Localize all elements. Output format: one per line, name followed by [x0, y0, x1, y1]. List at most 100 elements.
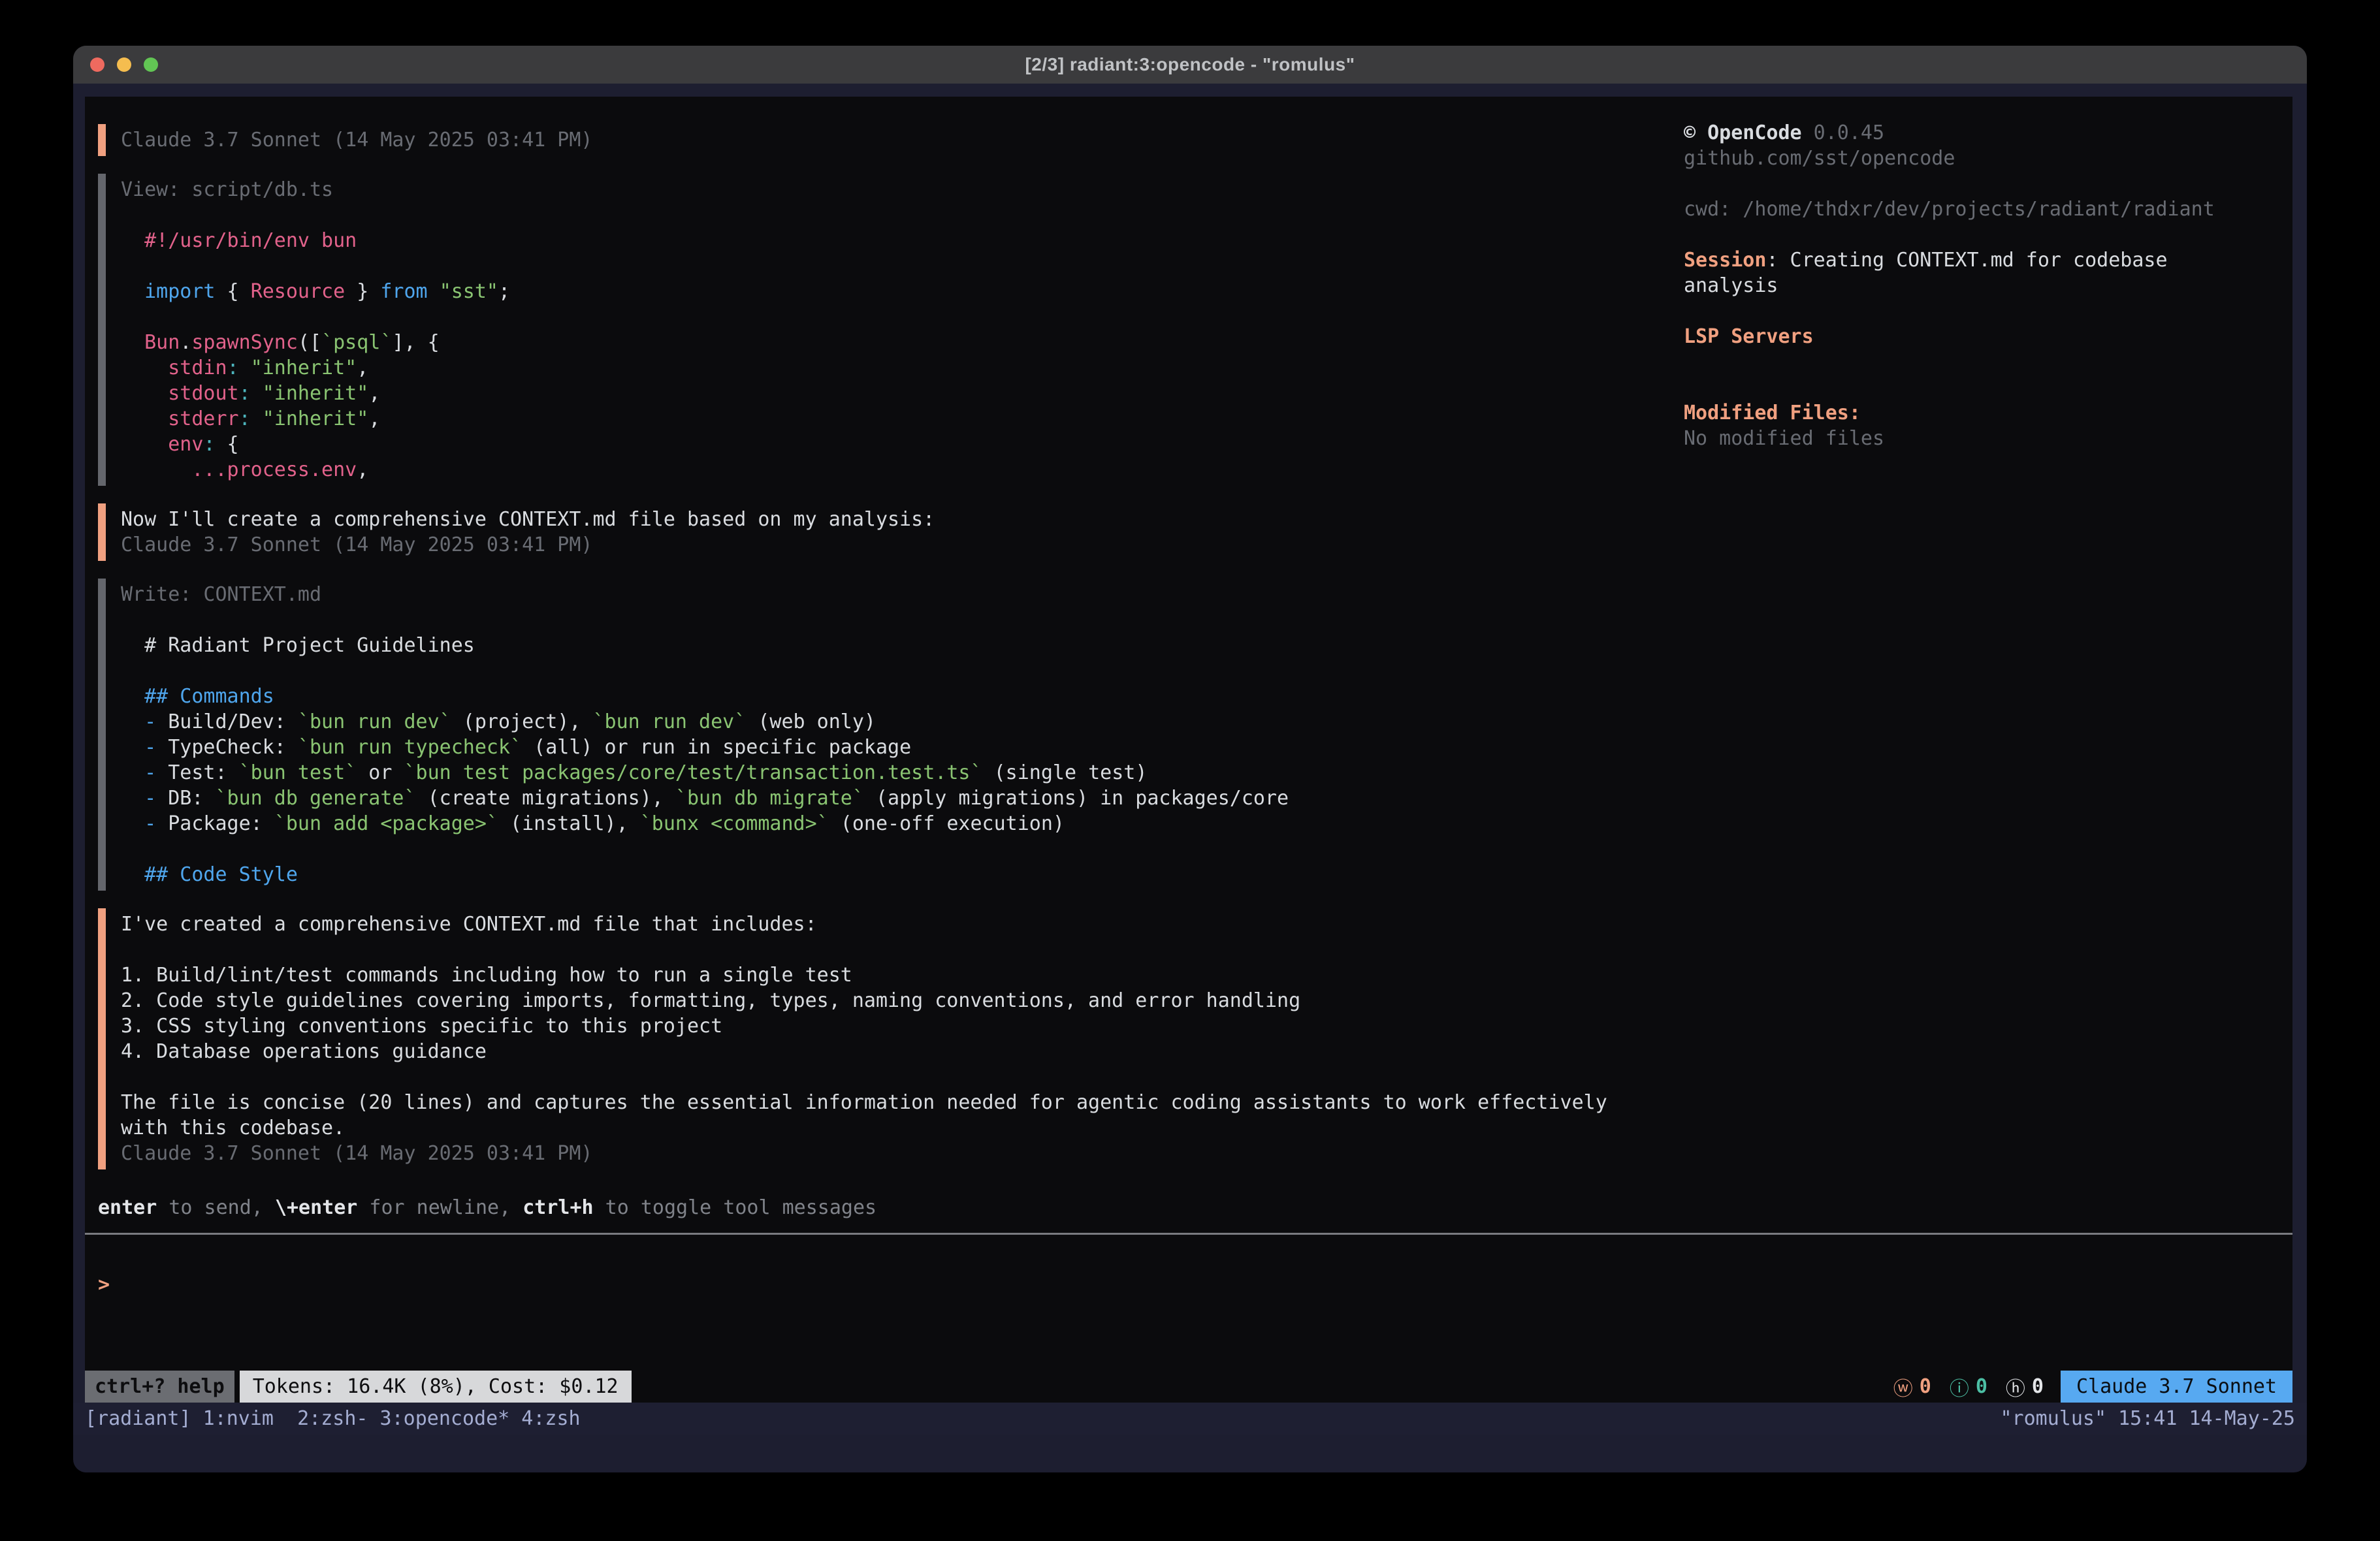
zoom-window-button[interactable] — [144, 57, 158, 72]
text-segment: 1. Build/lint/test commands including ho… — [121, 964, 852, 987]
prompt-input[interactable]: > — [85, 1235, 2292, 1369]
text-segment — [428, 280, 440, 303]
text-segment: "inherit" — [263, 382, 369, 405]
diagnostic-count: 0 — [2032, 1375, 2044, 1398]
tool-output-block: Write: CONTEXT.md # Radiant Project Guid… — [85, 579, 1698, 891]
terminal-line: cwd: /home/thdxr/dev/projects/radiant/ra… — [1684, 197, 2245, 222]
text-segment: 2. Code style guidelines covering import… — [121, 989, 1300, 1012]
text-segment: (all) or run in specific package — [522, 736, 911, 759]
terminal-line: ## Commands — [121, 684, 1698, 709]
text-segment: ## Code Style — [121, 863, 298, 886]
text-segment: `bunx <command>` — [640, 812, 829, 835]
text-segment: The file is concise (20 lines) and captu… — [121, 1091, 1607, 1114]
text-segment: `bun run dev` — [298, 710, 451, 733]
text-segment: `psql` — [321, 331, 392, 354]
assistant-message-block: Claude 3.7 Sonnet (14 May 2025 03:41 PM) — [85, 124, 1698, 156]
terminal-line: stdin: "inherit", — [121, 355, 1698, 381]
terminal-line: enter to send, \+enter for newline, ctrl… — [98, 1195, 876, 1220]
close-window-button[interactable] — [90, 57, 105, 72]
help-shortcut-badge: ctrl+? help — [85, 1371, 234, 1403]
text-segment: enter — [98, 1196, 157, 1219]
text-segment: DB: — [168, 787, 215, 810]
diagnostic-counter: ⓘ0 — [1950, 1373, 1987, 1401]
terminal-line — [121, 1064, 1698, 1090]
text-segment: LSP Servers — [1684, 325, 1814, 348]
text-segment — [251, 407, 263, 430]
terminal-line: Session: Creating CONTEXT.md for codebas… — [1684, 247, 2245, 298]
text-segment: { — [216, 433, 239, 456]
text-segment — [121, 433, 168, 456]
terminal-line — [121, 253, 1698, 279]
text-segment: Package: — [168, 812, 274, 835]
text-segment: : — [203, 433, 215, 456]
assistant-message-block: I've created a comprehensive CONTEXT.md … — [85, 908, 1698, 1169]
terminal-line: Bun.spawnSync([`psql`], { — [121, 330, 1698, 355]
session-sidebar: © OpenCode 0.0.45github.com/sst/opencode… — [1684, 120, 2245, 451]
diagnostic-counter: ⓦ0 — [1893, 1373, 1931, 1401]
terminal-line: I've created a comprehensive CONTEXT.md … — [121, 912, 1698, 937]
text-segment: - — [144, 812, 168, 835]
text-segment: Claude 3.7 Sonnet (14 May 2025 03:41 PM) — [121, 533, 592, 556]
text-segment: (web only) — [746, 710, 876, 733]
terminal-line: The file is concise (20 lines) and captu… — [121, 1090, 1698, 1115]
tokens-cost-badge: Tokens: 16.4K (8%), Cost: $0.12 — [240, 1371, 632, 1403]
text-segment — [121, 280, 144, 303]
diagnostic-counters: ⓦ0 ⓘ0 ⓗ 0 — [1875, 1371, 2044, 1403]
text-segment: I've created a comprehensive CONTEXT.md … — [121, 913, 817, 936]
text-segment: `bun test` — [239, 761, 357, 784]
terminal-line: - Build/Dev: `bun run dev` (project), `b… — [121, 709, 1698, 735]
text-segment: ; — [498, 280, 510, 303]
text-segment: Claude 3.7 Sonnet (14 May 2025 03:41 PM) — [121, 1142, 592, 1165]
text-segment: No modified files — [1684, 427, 1884, 450]
terminal-line: LSP Servers — [1684, 324, 2245, 349]
text-segment: : — [227, 357, 239, 379]
text-segment: Test: — [168, 761, 238, 784]
tool-output-block: View: script/db.ts #!/usr/bin/env bun im… — [85, 174, 1698, 486]
conversation-pane: Claude 3.7 Sonnet (14 May 2025 03:41 PM)… — [85, 124, 1698, 1187]
terminal-line: #!/usr/bin/env bun — [121, 228, 1698, 253]
diagnostic-icon: ⓗ — [2006, 1373, 2025, 1401]
text-segment: : — [239, 382, 251, 405]
text-segment — [121, 407, 168, 430]
text-segment: (single test) — [982, 761, 1148, 784]
text-segment: Resource — [251, 280, 346, 303]
text-segment — [239, 357, 251, 379]
text-segment: © OpenCode — [1684, 121, 1802, 144]
tmux-window-list[interactable]: [radiant] 1:nvim 2:zsh- 3:opencode* 4:zs… — [85, 1407, 581, 1430]
terminal-line — [1684, 298, 2245, 324]
terminal-line: ## Code Style — [121, 862, 1698, 887]
window-titlebar[interactable]: [2/3] radiant:3:opencode - "romulus" — [73, 46, 2307, 84]
text-segment — [121, 710, 144, 733]
text-segment: Build/Dev: — [168, 710, 298, 733]
terminal-line: - Test: `bun test` or `bun test packages… — [121, 760, 1698, 786]
window-title: [2/3] radiant:3:opencode - "romulus" — [1025, 54, 1355, 75]
text-segment: to send, — [157, 1196, 275, 1219]
text-segment: # Radiant Project Guidelines — [121, 634, 475, 657]
text-segment: ## Commands — [121, 685, 274, 708]
terminal-line — [1684, 171, 2245, 197]
text-segment: \+enter — [275, 1196, 357, 1219]
text-segment: - — [144, 761, 168, 784]
text-segment: `bun run dev` — [593, 710, 747, 733]
text-segment: to toggle tool messages — [594, 1196, 876, 1219]
text-segment: } — [345, 280, 380, 303]
terminal-line: stdout: "inherit", — [121, 381, 1698, 406]
terminal-line — [121, 937, 1698, 962]
text-segment: Claude 3.7 Sonnet (14 May 2025 03:41 PM) — [121, 129, 592, 151]
text-segment: TypeCheck: — [168, 736, 298, 759]
terminal-line: Claude 3.7 Sonnet (14 May 2025 03:41 PM) — [121, 1141, 1698, 1166]
text-segment: spawnSync — [191, 331, 298, 354]
terminal-line — [121, 304, 1698, 330]
model-badge[interactable]: Claude 3.7 Sonnet — [2061, 1371, 2292, 1403]
text-segment: stdin — [168, 357, 227, 379]
terminal-line: github.com/sst/opencode — [1684, 146, 2245, 171]
text-segment: , — [357, 357, 368, 379]
terminal-line: View: script/db.ts — [121, 177, 1698, 202]
text-segment: { — [216, 280, 251, 303]
text-segment: : — [239, 407, 251, 430]
desktop-background: [2/3] radiant:3:opencode - "romulus" Cla… — [0, 0, 2380, 1541]
text-segment — [121, 458, 191, 481]
minimize-window-button[interactable] — [117, 57, 131, 72]
text-segment: - — [144, 736, 168, 759]
terminal-line — [121, 658, 1698, 684]
